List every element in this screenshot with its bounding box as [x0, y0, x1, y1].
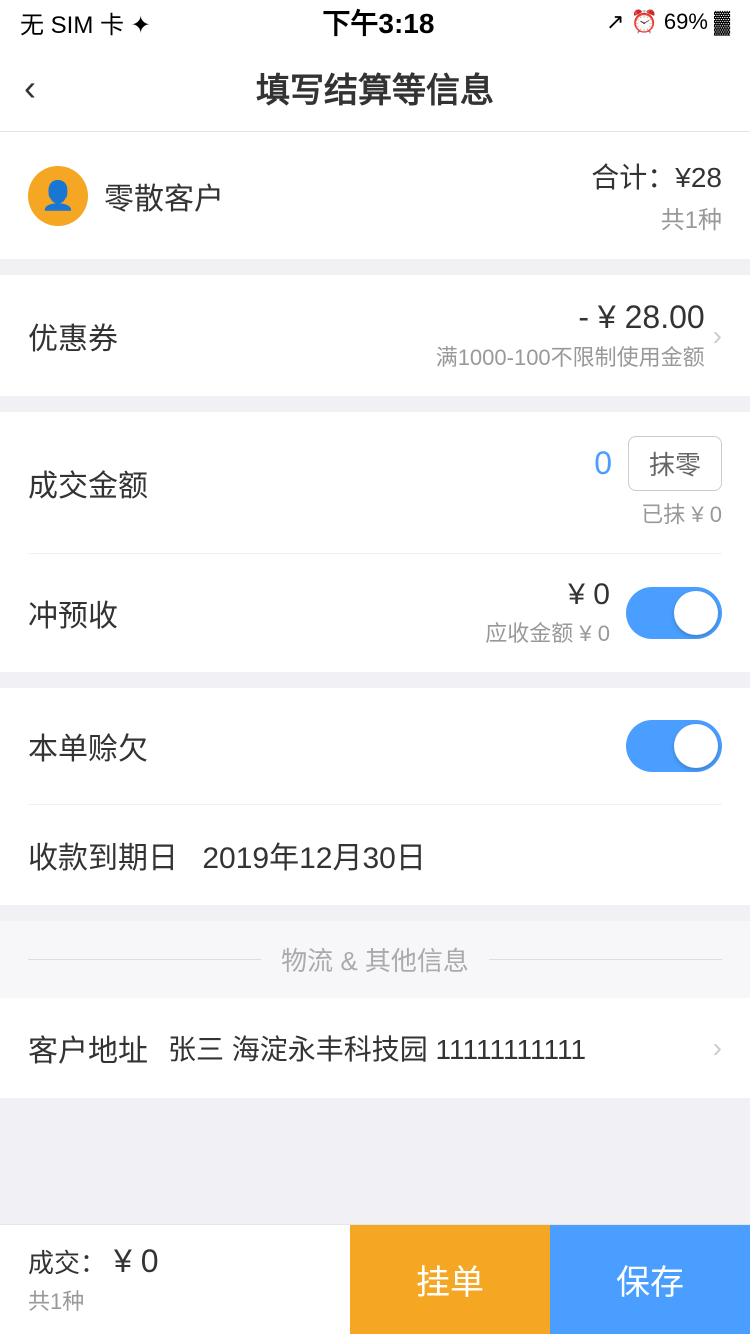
- battery-icon: ▓: [714, 9, 730, 35]
- transaction-section: 成交金额 0 抹零 已抹 ¥ 0 冲预收 ¥ 0 应收金额 ¥ 0: [0, 412, 750, 672]
- save-button[interactable]: 保存: [550, 1225, 750, 1334]
- coupon-right: - ¥ 28.00 满1000-100不限制使用金额 ›: [436, 299, 722, 372]
- bottom-bar: 成交： ¥ 0 共1种 挂单 保存: [0, 1224, 750, 1334]
- duedate-row[interactable]: 收款到期日 2019年12月30日: [0, 805, 750, 905]
- prepaid-toggle[interactable]: [626, 587, 722, 639]
- bottom-count: 共1种: [28, 1284, 322, 1316]
- address-value: 张三 海淀永丰科技园 11111111111: [168, 1028, 713, 1068]
- alarm-icon: ⏰: [630, 9, 657, 35]
- prepaid-sub: 应收金额 ¥ 0: [485, 616, 610, 648]
- hang-button[interactable]: 挂单: [350, 1225, 550, 1334]
- prepaid-right: ¥ 0 应收金额 ¥ 0: [485, 578, 610, 648]
- transaction-amount[interactable]: 0: [572, 445, 612, 482]
- duedate-value: 2019年12月30日: [202, 842, 425, 875]
- bottom-deal: 成交： ¥ 0: [28, 1243, 322, 1280]
- transaction-label: 成交金额: [28, 461, 148, 505]
- duedate-label: 收款到期日: [28, 842, 178, 875]
- address-section: 客户地址 张三 海淀永丰科技园 11111111111 ›: [0, 998, 750, 1098]
- coupon-chevron-icon: ›: [713, 320, 722, 352]
- location-icon: ↗: [606, 9, 624, 35]
- sim-status: 无 SIM 卡 ✦: [20, 5, 151, 40]
- status-left: 无 SIM 卡 ✦: [20, 5, 151, 40]
- logistics-line-right: [489, 959, 722, 960]
- logistics-line-left: [28, 959, 261, 960]
- content: 👤 零散客户 合计：¥28 共1种 优惠券 - ¥ 28.00 满1000-10…: [0, 132, 750, 1234]
- logistics-header: 物流 & 其他信息: [0, 921, 750, 998]
- credit-section: 本单赊欠 收款到期日 2019年12月30日: [0, 688, 750, 905]
- coupon-row[interactable]: 优惠券 - ¥ 28.00 满1000-100不限制使用金额 ›: [0, 275, 750, 396]
- credit-label: 本单赊欠: [28, 724, 148, 768]
- transaction-sub: 已抹 ¥ 0: [641, 497, 722, 529]
- customer-count: 共1种: [591, 200, 722, 235]
- customer-name: 零散客户: [104, 174, 224, 218]
- back-button[interactable]: ‹: [24, 67, 36, 109]
- save-label: 保存: [616, 1255, 684, 1304]
- prepaid-row: 冲预收 ¥ 0 应收金额 ¥ 0: [0, 554, 750, 672]
- customer-total: 合计：¥28: [591, 156, 722, 196]
- nav-bar: ‹ 填写结算等信息: [0, 44, 750, 132]
- bottom-deal-label: 成交：: [28, 1243, 106, 1280]
- bottom-deal-amount: ¥ 0: [114, 1243, 158, 1280]
- coupon-amount: - ¥ 28.00: [436, 299, 705, 336]
- address-label: 客户地址: [28, 1026, 148, 1070]
- coupon-label: 优惠券: [28, 314, 118, 358]
- customer-left: 👤 零散客户: [28, 166, 224, 226]
- status-time: 下午3:18: [322, 2, 434, 42]
- customer-avatar: 👤: [28, 166, 88, 226]
- credit-toggle[interactable]: [626, 720, 722, 772]
- prepaid-label: 冲预收: [28, 591, 118, 635]
- address-chevron-icon: ›: [713, 1032, 722, 1064]
- credit-row: 本单赊欠: [0, 688, 750, 804]
- transaction-row: 成交金额 0 抹零 已抹 ¥ 0: [0, 412, 750, 553]
- coupon-section: 优惠券 - ¥ 28.00 满1000-100不限制使用金额 ›: [0, 275, 750, 396]
- logistics-text: 物流 & 其他信息: [261, 941, 489, 978]
- avatar-icon: 👤: [41, 179, 76, 212]
- battery-status: 69%: [664, 9, 708, 35]
- coupon-desc: 满1000-100不限制使用金额: [436, 340, 705, 372]
- customer-row: 👤 零散客户 合计：¥28 共1种: [0, 132, 750, 259]
- page-title: 填写结算等信息: [256, 63, 494, 112]
- status-right: ↗ ⏰ 69% ▓: [606, 9, 730, 35]
- customer-right: 合计：¥28 共1种: [591, 156, 722, 235]
- address-row[interactable]: 客户地址 张三 海淀永丰科技园 11111111111 ›: [0, 998, 750, 1098]
- customer-section: 👤 零散客户 合计：¥28 共1种: [0, 132, 750, 259]
- coupon-info: - ¥ 28.00 满1000-100不限制使用金额: [436, 299, 705, 372]
- round-button[interactable]: 抹零: [628, 436, 722, 491]
- prepaid-amount: ¥ 0: [485, 578, 610, 612]
- status-bar: 无 SIM 卡 ✦ 下午3:18 ↗ ⏰ 69% ▓: [0, 0, 750, 44]
- hang-label: 挂单: [416, 1255, 484, 1304]
- bottom-info: 成交： ¥ 0 共1种: [0, 1243, 350, 1316]
